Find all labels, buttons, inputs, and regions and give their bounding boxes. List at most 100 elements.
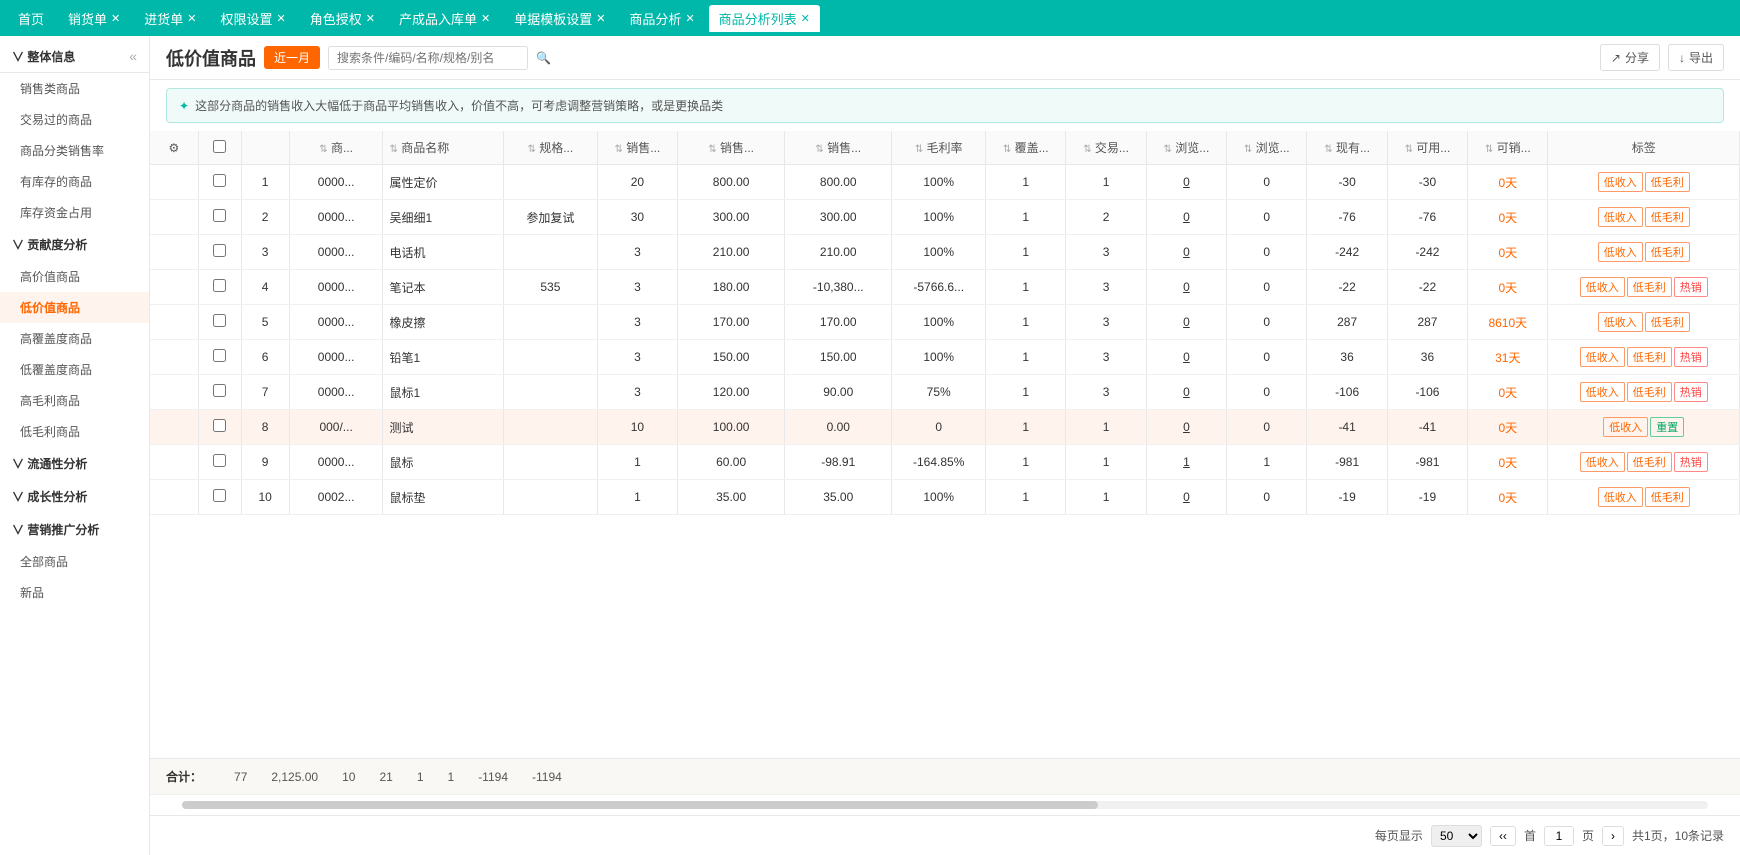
sidebar-item-category-sales-rate[interactable]: 商品分类销售率 xyxy=(0,135,149,166)
col-browse1[interactable]: ⇅ 浏览... xyxy=(1146,131,1226,165)
sidebar-group-marketing[interactable]: ∨ 营销推广分析 xyxy=(0,513,149,546)
cell-check[interactable] xyxy=(198,165,241,200)
col-sales-amt[interactable]: ⇅ 销售... xyxy=(678,131,785,165)
cell-check[interactable] xyxy=(198,305,241,340)
col-avail[interactable]: ⇅ 可用... xyxy=(1387,131,1467,165)
cell-check[interactable] xyxy=(198,270,241,305)
browse-link[interactable]: 1 xyxy=(1183,455,1190,469)
browse-link[interactable]: 0 xyxy=(1183,315,1190,329)
row-checkbox[interactable] xyxy=(213,174,226,187)
browse-link[interactable]: 0 xyxy=(1183,490,1190,504)
page-input[interactable] xyxy=(1544,826,1574,846)
row-checkbox[interactable] xyxy=(213,489,226,502)
browse-link[interactable]: 0 xyxy=(1183,245,1190,259)
col-trade[interactable]: ⇅ 交易... xyxy=(1066,131,1146,165)
cell-browse1[interactable]: 1 xyxy=(1146,445,1226,480)
sidebar-item-high-gross[interactable]: 高毛利商品 xyxy=(0,385,149,416)
nav-roles-close[interactable]: ✕ xyxy=(366,12,375,25)
sidebar-item-stock-capital[interactable]: 库存资金占用 xyxy=(0,197,149,228)
nav-goods-analysis[interactable]: 商品分析 ✕ xyxy=(619,5,704,32)
export-btn[interactable]: ↓ 导出 xyxy=(1668,44,1724,71)
cell-browse1[interactable]: 0 xyxy=(1146,375,1226,410)
filter-recent-month-btn[interactable]: 近一月 xyxy=(264,46,320,69)
cell-browse1[interactable]: 0 xyxy=(1146,410,1226,445)
cell-browse1[interactable]: 0 xyxy=(1146,480,1226,515)
nav-sales-close[interactable]: ✕ xyxy=(111,12,120,25)
search-input[interactable] xyxy=(328,46,528,70)
browse-link[interactable]: 0 xyxy=(1183,175,1190,189)
search-icon[interactable]: 🔍 xyxy=(536,51,551,65)
sidebar-item-low-gross[interactable]: 低毛利商品 xyxy=(0,416,149,447)
share-btn[interactable]: ↗ 分享 xyxy=(1600,44,1660,71)
nav-product-inbound[interactable]: 产成品入库单 ✕ xyxy=(389,5,500,32)
sidebar-item-low-value[interactable]: 低价值商品 xyxy=(0,292,149,323)
nav-home[interactable]: 首页 xyxy=(8,5,54,32)
col-stock[interactable]: ⇅ 现有... xyxy=(1307,131,1387,165)
sidebar-collapse-btn[interactable]: « xyxy=(125,44,141,68)
col-name[interactable]: ⇅ 商品名称 xyxy=(383,131,504,165)
sidebar-group-circulation[interactable]: ∨ 流通性分析 xyxy=(0,447,149,480)
nav-sales-order[interactable]: 销货单 ✕ xyxy=(58,5,130,32)
cell-check[interactable] xyxy=(198,340,241,375)
sidebar-item-all-goods[interactable]: 全部商品 xyxy=(0,546,149,577)
browse-link[interactable]: 0 xyxy=(1183,210,1190,224)
col-sales-avg[interactable]: ⇅ 销售... xyxy=(785,131,892,165)
col-coverage[interactable]: ⇅ 覆盖... xyxy=(986,131,1066,165)
nav-template-settings[interactable]: 单据模板设置 ✕ xyxy=(504,5,615,32)
row-checkbox[interactable] xyxy=(213,454,226,467)
cell-check[interactable] xyxy=(198,375,241,410)
per-page-select[interactable]: 50 100 200 xyxy=(1431,825,1482,847)
row-checkbox[interactable] xyxy=(213,419,226,432)
col-check[interactable] xyxy=(198,131,241,165)
sidebar-item-low-coverage[interactable]: 低覆盖度商品 xyxy=(0,354,149,385)
nav-template-close[interactable]: ✕ xyxy=(596,12,605,25)
cell-browse1[interactable]: 0 xyxy=(1146,200,1226,235)
row-checkbox[interactable] xyxy=(213,244,226,257)
browse-link[interactable]: 0 xyxy=(1183,385,1190,399)
nav-permissions-close[interactable]: ✕ xyxy=(277,12,286,25)
sidebar-item-traded-goods[interactable]: 交易过的商品 xyxy=(0,104,149,135)
cell-check[interactable] xyxy=(198,235,241,270)
row-checkbox[interactable] xyxy=(213,314,226,327)
nav-goods-analysis-close[interactable]: ✕ xyxy=(685,12,694,25)
browse-link[interactable]: 0 xyxy=(1183,350,1190,364)
col-browse2[interactable]: ⇅ 浏览... xyxy=(1227,131,1307,165)
cell-browse1[interactable]: 0 xyxy=(1146,340,1226,375)
row-checkbox[interactable] xyxy=(213,349,226,362)
browse-link[interactable]: 0 xyxy=(1183,280,1190,294)
cell-check[interactable] xyxy=(198,480,241,515)
cell-browse1[interactable]: 0 xyxy=(1146,305,1226,340)
sidebar-group-contribution[interactable]: ∨ 贡献度分析 xyxy=(0,228,149,261)
browse-link[interactable]: 0 xyxy=(1183,420,1190,434)
nav-goods-list-close[interactable]: ✕ xyxy=(801,12,810,25)
select-all-checkbox[interactable] xyxy=(213,140,226,153)
col-sellable[interactable]: ⇅ 可销... xyxy=(1468,131,1548,165)
sidebar-item-high-value[interactable]: 高价值商品 xyxy=(0,261,149,292)
nav-roles[interactable]: 角色授权 ✕ xyxy=(300,5,385,32)
cell-check[interactable] xyxy=(198,410,241,445)
nav-permissions[interactable]: 权限设置 ✕ xyxy=(210,5,295,32)
sidebar-group-growth[interactable]: ∨ 成长性分析 xyxy=(0,480,149,513)
horizontal-scrollbar[interactable] xyxy=(182,801,1708,809)
nav-purchase-close[interactable]: ✕ xyxy=(187,12,196,25)
row-checkbox[interactable] xyxy=(213,384,226,397)
col-settings[interactable]: ⚙ xyxy=(150,131,198,165)
nav-purchase-order[interactable]: 进货单 ✕ xyxy=(134,5,206,32)
row-checkbox[interactable] xyxy=(213,279,226,292)
cell-check[interactable] xyxy=(198,445,241,480)
nav-goods-analysis-list[interactable]: 商品分析列表 ✕ xyxy=(709,5,820,32)
sidebar-item-new-goods[interactable]: 新品 xyxy=(0,577,149,608)
cell-browse1[interactable]: 0 xyxy=(1146,235,1226,270)
next-page-btn[interactable]: › xyxy=(1602,826,1624,846)
row-checkbox[interactable] xyxy=(213,209,226,222)
cell-browse1[interactable]: 0 xyxy=(1146,270,1226,305)
col-sales-qty[interactable]: ⇅ 销售... xyxy=(597,131,677,165)
col-code[interactable]: ⇅ 商... xyxy=(289,131,383,165)
sidebar-item-high-coverage[interactable]: 高覆盖度商品 xyxy=(0,323,149,354)
col-gross-rate[interactable]: ⇅ 毛利率 xyxy=(892,131,986,165)
col-spec[interactable]: ⇅ 规格... xyxy=(504,131,598,165)
sidebar-item-sales-goods[interactable]: 销售类商品 xyxy=(0,73,149,104)
nav-product-inbound-close[interactable]: ✕ xyxy=(481,12,490,25)
first-page-btn[interactable]: ‹‹ xyxy=(1490,826,1516,846)
sidebar-item-stocked-goods[interactable]: 有库存的商品 xyxy=(0,166,149,197)
